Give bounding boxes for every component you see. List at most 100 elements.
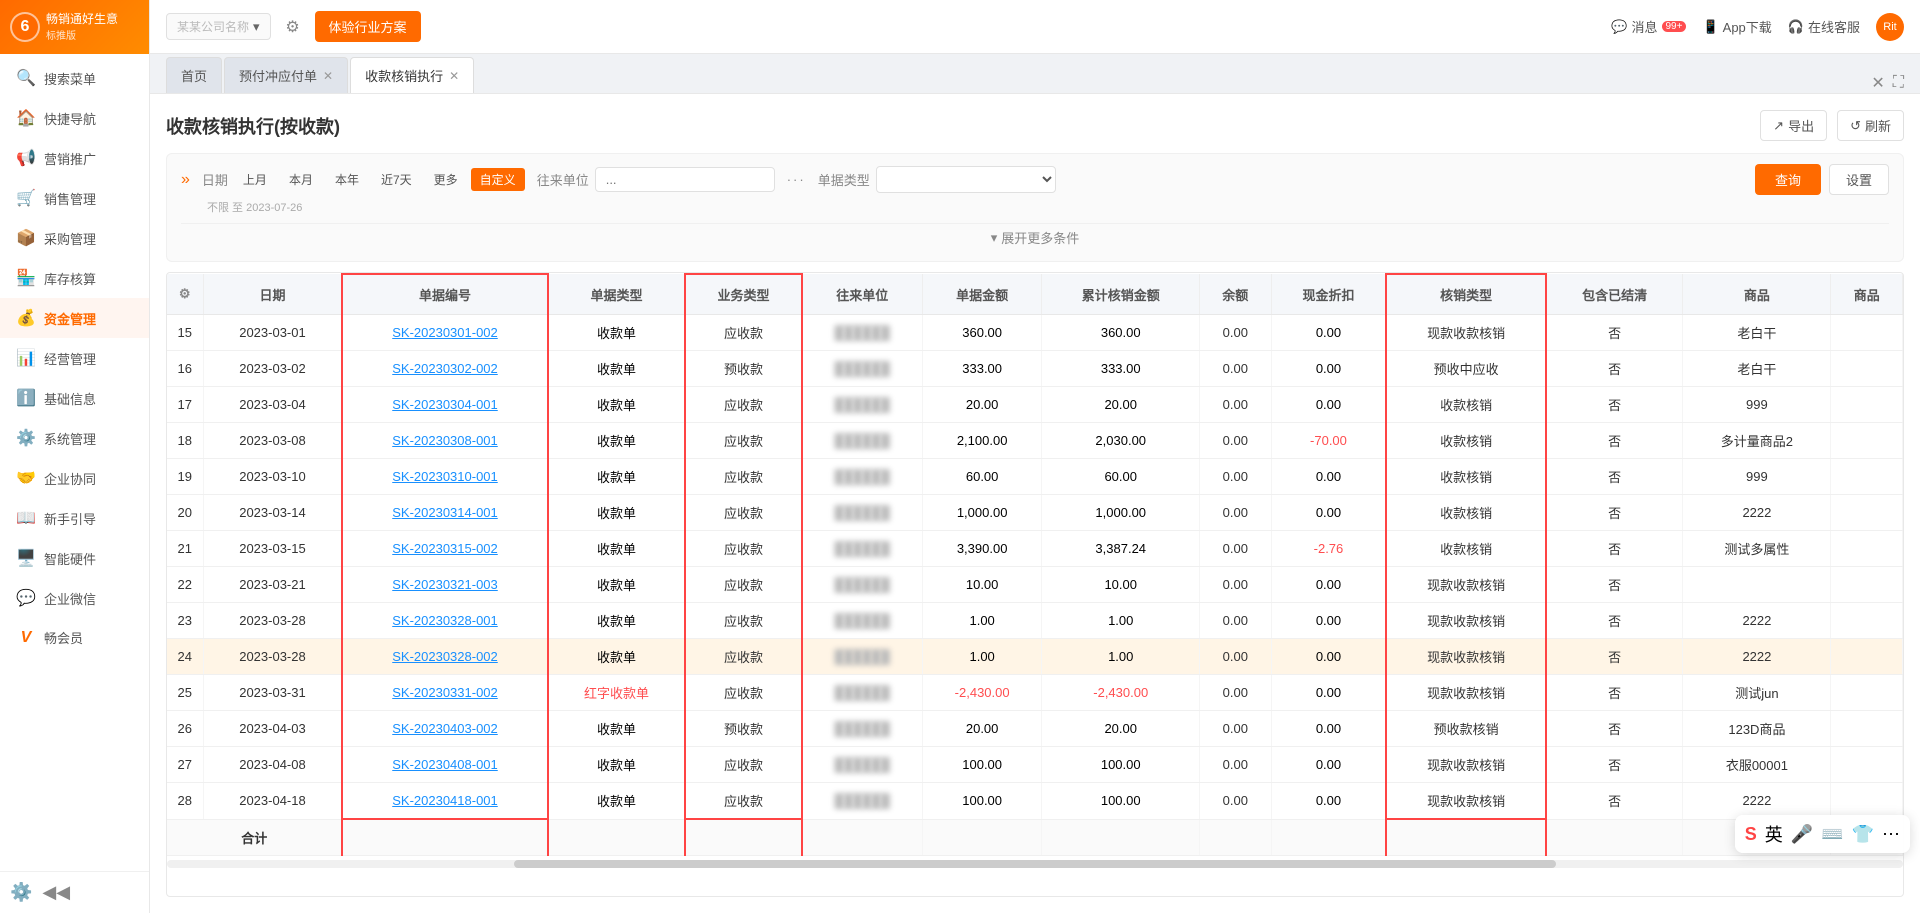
cell-writeoff-type: 收款核销: [1386, 423, 1545, 459]
bill-no-link[interactable]: SK-20230302-002: [392, 361, 498, 376]
sidebar-item-operations[interactable]: 📊 经营管理: [0, 338, 149, 378]
cell-goods: 2222: [1683, 495, 1831, 531]
sidebar-item-guide[interactable]: 📖 新手引导: [0, 498, 149, 538]
bill-type-select[interactable]: [876, 166, 1056, 193]
tab-receipt-close[interactable]: ✕: [449, 69, 459, 83]
custom-btn[interactable]: 自定义: [471, 168, 525, 191]
user-avatar[interactable]: Rit: [1876, 13, 1904, 41]
tab-home[interactable]: 首页: [166, 57, 222, 93]
sidebar-item-sales[interactable]: 🛒 销售管理: [0, 178, 149, 218]
cell-date: 2023-03-08: [203, 423, 342, 459]
search-icon: 🔍: [16, 68, 36, 88]
cell-include-settled: 否: [1546, 567, 1683, 603]
refresh-button[interactable]: ↺ 刷新: [1837, 110, 1904, 141]
cell-written-off: -2,430.00: [1042, 675, 1200, 711]
notification-button[interactable]: 💬 消息 99+: [1611, 17, 1686, 36]
this-month-btn[interactable]: 本月: [280, 168, 322, 191]
bill-no-link[interactable]: SK-20230403-002: [392, 721, 498, 736]
tab-payable[interactable]: 预付冲应付单 ✕: [224, 57, 348, 93]
topbar-left: 某某公司名称 ▾ ⚙ 体验行业方案: [166, 11, 1599, 42]
sidebar-item-label: 采购管理: [44, 229, 96, 248]
cell-biz-type: 应收款: [685, 747, 801, 783]
partner-input[interactable]: [595, 167, 775, 192]
sidebar-item-hardware[interactable]: 🖥️ 智能硬件: [0, 538, 149, 578]
sidebar-bottom: ⚙️ ◀◀: [0, 871, 149, 913]
cell-cash-discount: 0.00: [1271, 747, 1386, 783]
float-icon-keyboard[interactable]: ⌨️: [1821, 824, 1843, 845]
settings-bottom-icon[interactable]: ⚙️: [10, 882, 32, 903]
sidebar-item-system[interactable]: ⚙️ 系统管理: [0, 418, 149, 458]
tab-receipt[interactable]: 收款核销执行 ✕: [350, 57, 474, 93]
this-year-btn[interactable]: 本年: [326, 168, 368, 191]
bill-no-link[interactable]: SK-20230301-002: [392, 325, 498, 340]
sidebar-item-marketing[interactable]: 📢 营销推广: [0, 138, 149, 178]
collapse-icon[interactable]: ◀◀: [42, 882, 70, 903]
sidebar-item-member[interactable]: V 畅会员: [0, 618, 149, 657]
cell-biz-type: 应收款: [685, 567, 801, 603]
sidebar-item-label: 销售管理: [44, 189, 96, 208]
settings-button[interactable]: 设置: [1829, 164, 1889, 195]
sidebar-logo: 6 畅销通好生意 标推版: [0, 0, 149, 54]
cell-partner: ██████: [802, 711, 923, 747]
query-button[interactable]: 查询: [1755, 164, 1821, 195]
sidebar-item-finance[interactable]: 💰 资金管理: [0, 298, 149, 338]
tab-payable-close[interactable]: ✕: [323, 69, 333, 83]
close-all-icon[interactable]: ✕: [1871, 73, 1884, 93]
sidebar-item-enterprise[interactable]: 🤝 企业协同: [0, 458, 149, 498]
more-btn[interactable]: 更多: [425, 168, 467, 191]
float-toolbar: S 英 🎤 ⌨️ 👕 ⋯: [1735, 815, 1910, 853]
bill-no-link[interactable]: SK-20230331-002: [392, 685, 498, 700]
float-icon-mic[interactable]: 🎤: [1791, 824, 1813, 845]
sidebar-item-inventory[interactable]: 🏪 库存核算: [0, 258, 149, 298]
cell-bill-no: SK-20230314-001: [342, 495, 547, 531]
recent7-btn[interactable]: 近7天: [372, 168, 421, 191]
sidebar-item-purchase[interactable]: 📦 采购管理: [0, 218, 149, 258]
bill-no-link[interactable]: SK-20230314-001: [392, 505, 498, 520]
cell-cash-discount: 0.00: [1271, 495, 1386, 531]
cell-balance: 0.00: [1200, 567, 1271, 603]
app-download-button[interactable]: 📱 App下载: [1702, 17, 1771, 36]
prev-month-btn[interactable]: 上月: [234, 168, 276, 191]
bill-no-link[interactable]: SK-20230328-001: [392, 613, 498, 628]
data-table-container: ⚙ 日期 单据编号 单据类型 业务类型 往来单位 单据金额 累计核销金额 余额 …: [166, 272, 1904, 897]
bill-no-link[interactable]: SK-20230418-001: [392, 793, 498, 808]
bill-no-link[interactable]: SK-20230328-002: [392, 649, 498, 664]
bill-no-link[interactable]: SK-20230321-003: [392, 577, 498, 592]
export-button[interactable]: ↗ 导出: [1760, 110, 1827, 141]
sidebar-item-quick[interactable]: 🏠 快捷导航: [0, 98, 149, 138]
expand-more-btn[interactable]: ▾ 展开更多条件: [181, 223, 1889, 251]
float-logo: S: [1745, 824, 1757, 845]
float-icon-shirt[interactable]: 👕: [1852, 824, 1874, 845]
tab-receipt-label: 收款核销执行: [365, 66, 443, 85]
float-icon-text[interactable]: 英: [1765, 821, 1783, 847]
float-icon-more[interactable]: ⋯: [1882, 824, 1900, 845]
sidebar-nav: 🔍 搜索菜单 🏠 快捷导航 📢 营销推广 🛒 销售管理 📦 采购管理 🏪 库存核…: [0, 54, 149, 871]
online-service-button[interactable]: 🎧 在线客服: [1788, 17, 1860, 36]
sidebar-item-basic[interactable]: ℹ️ 基础信息: [0, 378, 149, 418]
cell-goods2: [1831, 639, 1903, 675]
horizontal-scrollbar[interactable]: [167, 860, 1903, 868]
gear-button[interactable]: ⚙: [279, 13, 307, 41]
cell-date: 2023-03-02: [203, 351, 342, 387]
maximize-icon[interactable]: ⛶: [1893, 74, 1904, 92]
company-selector[interactable]: 某某公司名称 ▾: [166, 13, 271, 40]
sidebar-item-label: 经营管理: [44, 349, 96, 368]
cell-bill-type: 红字收款单: [548, 675, 686, 711]
bill-no-link[interactable]: SK-20230304-001: [392, 397, 498, 412]
logo-name: 畅销通好生意: [46, 12, 118, 28]
bill-no-link[interactable]: SK-20230315-002: [392, 541, 498, 556]
sidebar-item-label: 基础信息: [44, 389, 96, 408]
bill-no-link[interactable]: SK-20230310-001: [392, 469, 498, 484]
filter-collapse-icon[interactable]: »: [181, 171, 190, 189]
online-service-label: 在线客服: [1808, 17, 1860, 36]
bill-no-link[interactable]: SK-20230308-001: [392, 433, 498, 448]
bill-no-link[interactable]: SK-20230408-001: [392, 757, 498, 772]
cell-date: 2023-03-14: [203, 495, 342, 531]
industry-button[interactable]: 体验行业方案: [315, 11, 421, 42]
footer-bill-no: [342, 819, 547, 855]
cell-include-settled: 否: [1546, 675, 1683, 711]
sidebar-item-wechat[interactable]: 💬 企业微信: [0, 578, 149, 618]
col-gear[interactable]: ⚙: [167, 274, 203, 315]
cell-cash-discount: 0.00: [1271, 711, 1386, 747]
sidebar-item-search[interactable]: 🔍 搜索菜单: [0, 58, 149, 98]
